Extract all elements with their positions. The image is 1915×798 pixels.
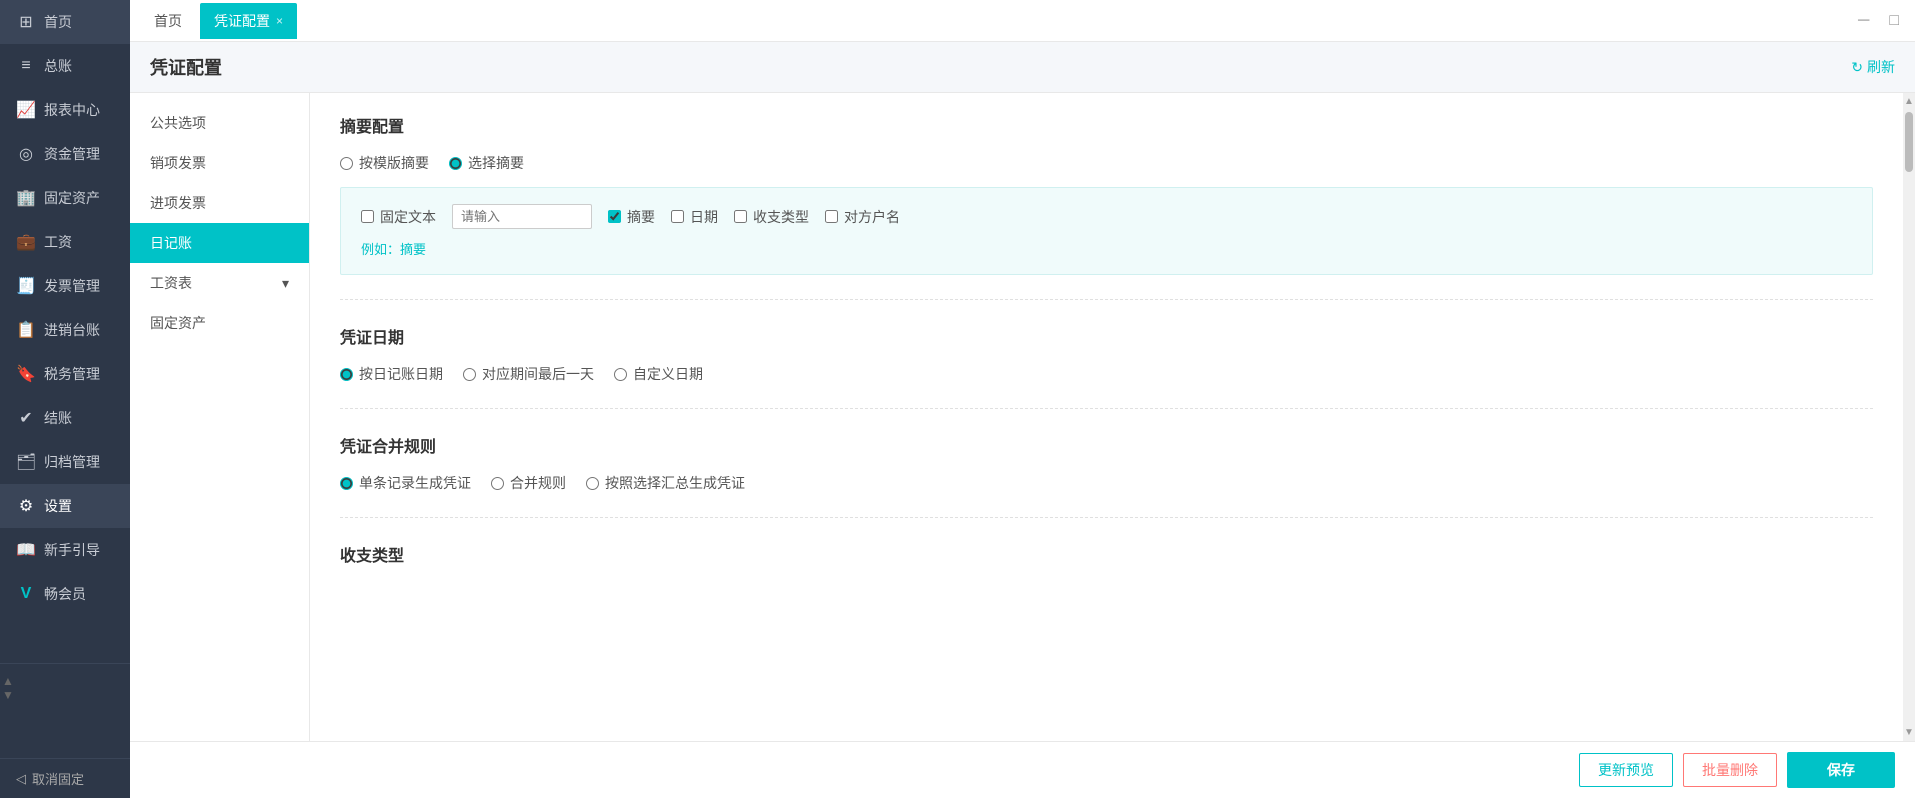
radio-template-summary[interactable]: 按模版摘要	[340, 153, 429, 173]
radio-select-summary[interactable]: 选择摘要	[449, 153, 524, 173]
scroll-down-arrow[interactable]: ▼	[1903, 724, 1915, 741]
batch-delete-button[interactable]: 批量删除	[1683, 753, 1777, 787]
vip-icon: V	[16, 585, 36, 603]
voucher-date-title: 凭证日期	[340, 324, 1873, 348]
merge-rules-section: 凭证合并规则 单条记录生成凭证 合并规则	[340, 433, 1873, 518]
checkbox-counterpart[interactable]: 对方户名	[825, 207, 900, 227]
sidebar-item-assets[interactable]: 🏢 固定资产	[0, 176, 130, 220]
scroll-up-arrow[interactable]: ▲	[1903, 93, 1915, 110]
radio-period-last[interactable]: 对应期间最后一天	[463, 364, 594, 384]
refresh-icon: ↻	[1851, 59, 1863, 76]
sidebar-item-vip[interactable]: V 畅会员	[0, 572, 130, 616]
reports-icon: 📈	[16, 100, 36, 120]
bottom-action-bar: 更新预览 批量删除 保存	[130, 741, 1915, 798]
radio-merge-rule[interactable]: 合并规则	[491, 473, 566, 493]
summary-config-section: 摘要配置 按模版摘要 选择摘要	[340, 113, 1873, 300]
tab-bar-actions: ─ □	[1852, 12, 1905, 30]
radio-summary-gen[interactable]: 按照选择汇总生成凭证	[586, 473, 745, 493]
sidebar-item-funds[interactable]: ◎ 资金管理	[0, 132, 130, 176]
page-header: 凭证配置 ↻ 刷新	[130, 42, 1915, 93]
voucher-date-radio-group: 按日记账日期 对应期间最后一天 自定义日期	[340, 364, 1873, 384]
checkbox-fixed-text[interactable]: 固定文本	[361, 207, 436, 227]
income-type-section: 收支类型	[340, 542, 1873, 606]
body-split: 公共选项 销项发票 进项发票 日记账 工资表 ▾ 固定资产	[130, 93, 1915, 741]
sales-icon: 📋	[16, 320, 36, 340]
sidebar-item-sales[interactable]: 📋 进销台账	[0, 308, 130, 352]
scroll-thumb[interactable]	[1905, 112, 1913, 172]
left-nav-public[interactable]: 公共选项	[130, 103, 309, 143]
tab-bar: 首页 凭证配置 × ─ □	[130, 0, 1915, 42]
income-type-title: 收支类型	[340, 542, 1873, 566]
sidebar-unpin-button[interactable]: ◁ 取消固定	[0, 758, 130, 798]
chevron-down-icon: ▾	[282, 275, 289, 292]
sidebar-item-home[interactable]: ⊞ 首页	[0, 0, 130, 44]
left-nav-purchase-invoice[interactable]: 进项发票	[130, 183, 309, 223]
assets-icon: 🏢	[16, 188, 36, 208]
settings-icon: ⚙	[16, 496, 36, 516]
pin-icon: ◁	[16, 771, 26, 787]
salary-icon: 💼	[16, 232, 36, 252]
left-nav: 公共选项 销项发票 进项发票 日记账 工资表 ▾ 固定资产	[130, 93, 310, 741]
left-nav-payroll[interactable]: 工资表 ▾	[130, 263, 309, 303]
sidebar-scroll-up[interactable]: ▲	[0, 674, 16, 688]
right-content: 摘要配置 按模版摘要 选择摘要	[310, 93, 1903, 741]
summary-radio-group: 按模版摘要 选择摘要	[340, 153, 1873, 173]
sidebar-item-settings[interactable]: ⚙ 设置	[0, 484, 130, 528]
update-preview-button[interactable]: 更新预览	[1579, 753, 1673, 787]
left-nav-journal[interactable]: 日记账	[130, 223, 309, 263]
checkbox-date[interactable]: 日期	[671, 207, 718, 227]
archive-icon: 🗂	[16, 452, 36, 472]
radio-single-record[interactable]: 单条记录生成凭证	[340, 473, 471, 493]
window-minimize-button[interactable]: ─	[1852, 12, 1875, 30]
checkbox-summary[interactable]: 摘要	[608, 207, 655, 227]
checkout-icon: ✔	[16, 408, 36, 428]
checkbox-income-type[interactable]: 收支类型	[734, 207, 809, 227]
sidebar: ⊞ 首页 ≡ 总账 📈 报表中心 ◎ 资金管理 🏢 固定资产 💼 工资 🧾 发票…	[0, 0, 130, 798]
guide-icon: 📖	[16, 540, 36, 560]
main-area: 首页 凭证配置 × ─ □ 凭证配置 ↻ 刷新 公共选项	[130, 0, 1915, 798]
sidebar-item-guide[interactable]: 📖 新手引导	[0, 528, 130, 572]
save-button[interactable]: 保存	[1787, 752, 1895, 788]
ledger-icon: ≡	[16, 57, 36, 75]
summary-checkbox-row: 固定文本 摘要 日期	[361, 204, 1852, 229]
summary-config-box: 固定文本 摘要 日期	[340, 187, 1873, 275]
content-area: 凭证配置 ↻ 刷新 公共选项 销项发票 进项发票 日记账	[130, 42, 1915, 798]
left-nav-fixed-assets[interactable]: 固定资产	[130, 303, 309, 343]
sidebar-item-tax[interactable]: 🔖 税务管理	[0, 352, 130, 396]
tab-home[interactable]: 首页	[140, 3, 196, 39]
sidebar-item-archive[interactable]: 🗂 归档管理	[0, 440, 130, 484]
sidebar-item-ledger[interactable]: ≡ 总账	[0, 44, 130, 88]
merge-rules-radio-group: 单条记录生成凭证 合并规则 按照选择汇总生成凭证	[340, 473, 1873, 493]
summary-example: 例如：摘要	[361, 239, 1852, 258]
tab-close-icon[interactable]: ×	[276, 14, 283, 28]
refresh-button[interactable]: ↻ 刷新	[1851, 57, 1895, 77]
sidebar-scroll-down[interactable]: ▼	[0, 688, 16, 702]
sidebar-item-reports[interactable]: 📈 报表中心	[0, 88, 130, 132]
sidebar-item-checkout[interactable]: ✔ 结账	[0, 396, 130, 440]
home-icon: ⊞	[16, 12, 36, 32]
left-nav-sales-invoice[interactable]: 销项发票	[130, 143, 309, 183]
summary-config-title: 摘要配置	[340, 113, 1873, 137]
fixed-text-input[interactable]	[452, 204, 592, 229]
page-title: 凭证配置	[150, 54, 222, 80]
tax-icon: 🔖	[16, 364, 36, 384]
voucher-date-section: 凭证日期 按日记账日期 对应期间最后一天	[340, 324, 1873, 409]
sidebar-item-salary[interactable]: 💼 工资	[0, 220, 130, 264]
vertical-scrollbar[interactable]: ▲ ▼	[1903, 93, 1915, 741]
funds-icon: ◎	[16, 144, 36, 164]
sidebar-item-invoice[interactable]: 🧾 发票管理	[0, 264, 130, 308]
merge-rules-title: 凭证合并规则	[340, 433, 1873, 457]
radio-custom-date[interactable]: 自定义日期	[614, 364, 703, 384]
invoice-icon: 🧾	[16, 276, 36, 296]
window-maximize-button[interactable]: □	[1883, 12, 1905, 30]
radio-journal-date[interactable]: 按日记账日期	[340, 364, 443, 384]
tab-voucher-config[interactable]: 凭证配置 ×	[200, 3, 297, 39]
